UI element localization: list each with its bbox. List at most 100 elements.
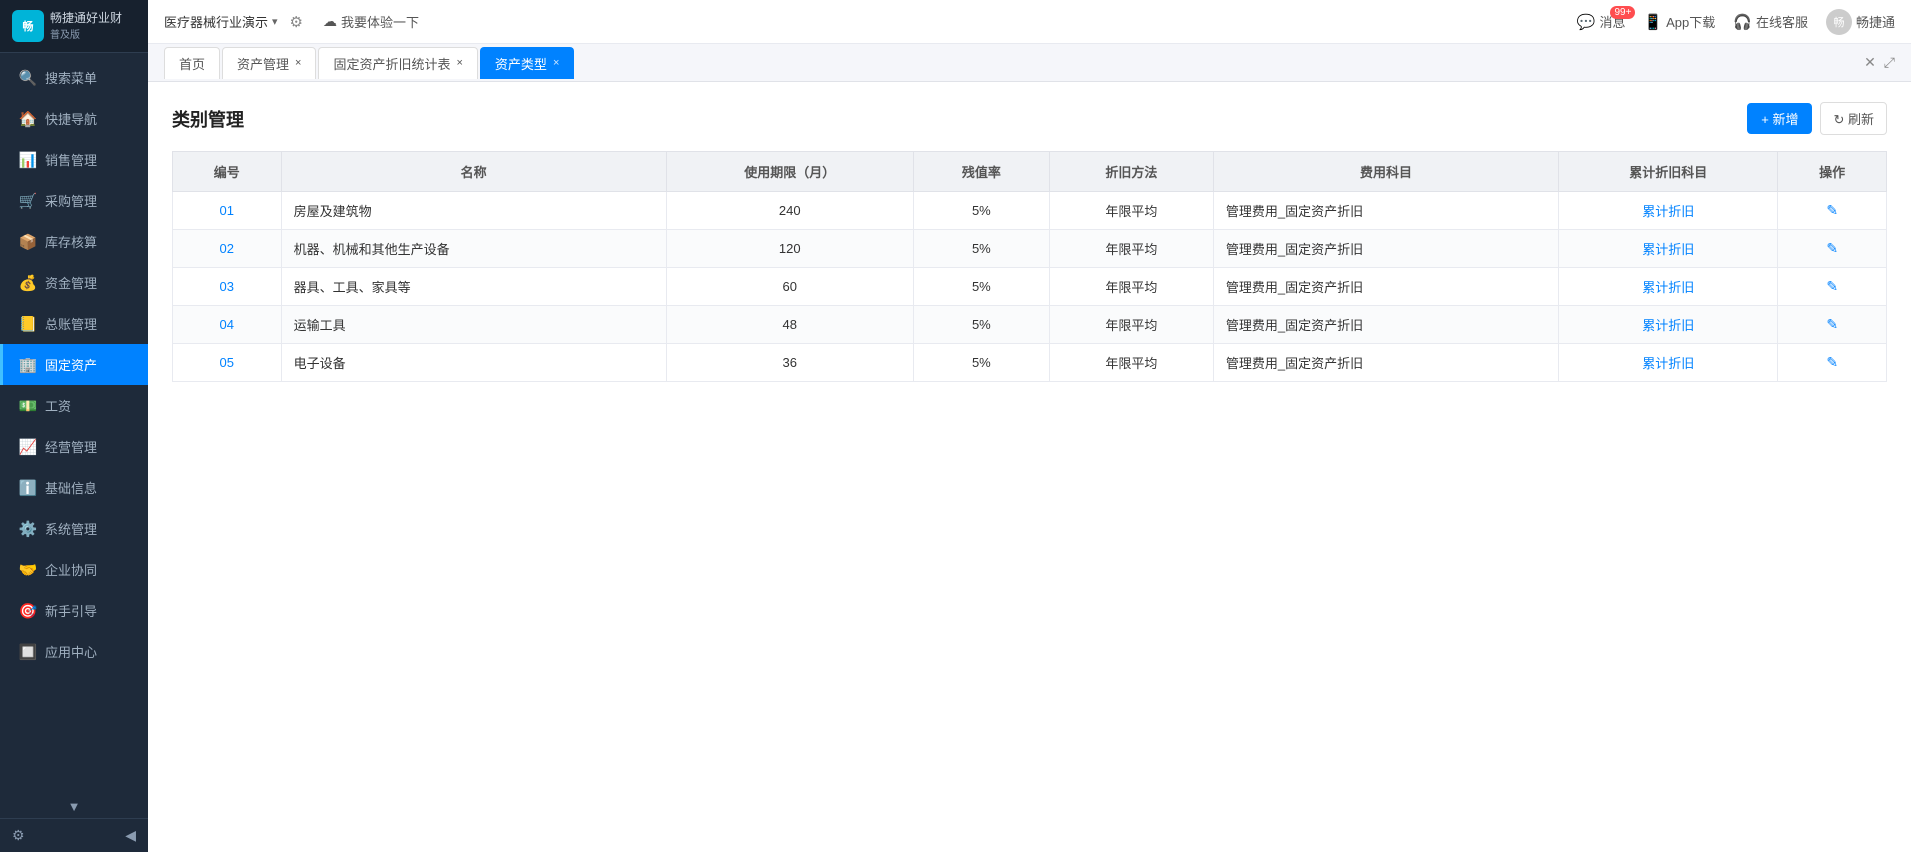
online-service-btn[interactable]: 🎧 在线客服	[1733, 12, 1808, 31]
new-button-label: + 新增	[1761, 109, 1798, 128]
experience-btn[interactable]: ☁ 我要体验一下	[323, 12, 419, 31]
search-icon: 🔍	[19, 69, 37, 87]
tabs-bar: 首页 资产管理 × 固定资产折旧统计表 × 资产类型 × ✕ ⤢	[148, 44, 1911, 82]
operations-icon: 📈	[19, 438, 37, 456]
company-name: 医疗器械行业演示	[164, 12, 268, 31]
cell-expense: 管理费用_固定资产折旧	[1213, 192, 1558, 230]
sidebar-item-salary[interactable]: 💵 工资	[0, 385, 148, 426]
sidebar-item-purchase[interactable]: 🛒 采购管理	[0, 180, 148, 221]
cell-name: 机器、机械和其他生产设备	[281, 230, 666, 268]
collapse-icon[interactable]: ◀	[125, 827, 136, 844]
window-maximize-btn[interactable]: ⤢	[1884, 54, 1895, 71]
sidebar-item-label-fixed-assets: 固定资产	[45, 355, 97, 374]
cell-residual: 5%	[913, 306, 1049, 344]
edit-icon[interactable]: ✎	[1826, 240, 1838, 256]
cell-expense: 管理费用_固定资产折旧	[1213, 344, 1558, 382]
sidebar-item-ledger[interactable]: 📒 总账管理	[0, 303, 148, 344]
sidebar-footer: ⚙ ◀	[0, 818, 148, 852]
sidebar-item-operations[interactable]: 📈 经营管理	[0, 426, 148, 467]
cell-name: 电子设备	[281, 344, 666, 382]
col-residual: 残值率	[913, 152, 1049, 192]
tab-asset-management[interactable]: 资产管理 ×	[222, 47, 316, 79]
sidebar-item-search[interactable]: 🔍 搜索菜单	[0, 57, 148, 98]
sidebar-item-guide[interactable]: 🎯 新手引导	[0, 590, 148, 631]
cell-expense: 管理费用_固定资产折旧	[1213, 306, 1558, 344]
cell-period: 240	[666, 192, 913, 230]
tab-fixed-asset-report-close[interactable]: ×	[456, 57, 462, 69]
col-expense: 费用科目	[1213, 152, 1558, 192]
company-selector[interactable]: 医疗器械行业演示 ▾	[164, 12, 278, 31]
guide-icon: 🎯	[19, 602, 37, 620]
edit-icon[interactable]: ✎	[1826, 278, 1838, 294]
cell-method: 年限平均	[1049, 192, 1213, 230]
edit-icon[interactable]: ✎	[1826, 354, 1838, 370]
cell-period: 48	[666, 306, 913, 344]
edit-icon[interactable]: ✎	[1826, 316, 1838, 332]
topbar-gear-icon[interactable]: ⚙	[290, 13, 303, 31]
inventory-icon: 📦	[19, 233, 37, 251]
edit-icon[interactable]: ✎	[1826, 202, 1838, 218]
window-close-btn[interactable]: ✕	[1864, 54, 1876, 71]
main-area: 医疗器械行业演示 ▾ ⚙ ☁ 我要体验一下 💬 消息 99+ 📱 App下载 🎧…	[148, 0, 1911, 852]
col-period: 使用期限（月）	[666, 152, 913, 192]
content-header: 类别管理 + 新增 ↻ 刷新	[172, 102, 1887, 135]
sidebar-item-label-ledger: 总账管理	[45, 314, 97, 333]
tab-asset-type[interactable]: 资产类型 ×	[480, 47, 574, 79]
sidebar-item-sales[interactable]: 📊 销售管理	[0, 139, 148, 180]
topbar: 医疗器械行业演示 ▾ ⚙ ☁ 我要体验一下 💬 消息 99+ 📱 App下载 🎧…	[148, 0, 1911, 44]
sidebar-item-quick-nav[interactable]: 🏠 快捷导航	[0, 98, 148, 139]
window-control-btns: ✕ ⤢	[1864, 54, 1895, 71]
experience-label: 我要体验一下	[341, 12, 419, 31]
new-button[interactable]: + 新增	[1747, 103, 1812, 134]
cell-action: ✎	[1778, 306, 1887, 344]
fixed-assets-icon: 🏢	[19, 356, 37, 374]
sidebar-item-label-salary: 工资	[45, 396, 71, 415]
refresh-button-label: ↻ 刷新	[1833, 109, 1874, 128]
sidebar-item-fixed-assets[interactable]: 🏢 固定资产	[0, 344, 148, 385]
tab-home[interactable]: 首页	[164, 47, 220, 79]
company-dropdown-icon: ▾	[272, 15, 278, 28]
sidebar-item-basic-info[interactable]: ℹ️ 基础信息	[0, 467, 148, 508]
logo-name: 畅捷通好业财	[50, 11, 122, 27]
cell-period: 60	[666, 268, 913, 306]
user-profile[interactable]: 畅 畅捷通	[1826, 9, 1895, 35]
sidebar-item-app-center[interactable]: 🔲 应用中心	[0, 631, 148, 672]
settings-icon[interactable]: ⚙	[12, 827, 25, 844]
sidebar-scroll-down[interactable]: ▼	[0, 795, 148, 818]
ledger-icon: 📒	[19, 315, 37, 333]
sidebar-item-system[interactable]: ⚙️ 系统管理	[0, 508, 148, 549]
sidebar-logo: 畅 畅捷通好业财 普及版	[0, 0, 148, 53]
avatar-text: 畅	[1833, 14, 1844, 30]
experience-icon: ☁	[323, 13, 337, 30]
cell-action: ✎	[1778, 268, 1887, 306]
sidebar-item-label-enterprise: 企业协同	[45, 560, 97, 579]
asset-type-table: 编号 名称 使用期限（月） 残值率 折旧方法 费用科目 累计折旧科目 操作 01…	[172, 151, 1887, 382]
tab-asset-type-close[interactable]: ×	[553, 57, 559, 69]
sidebar-item-inventory[interactable]: 📦 库存核算	[0, 221, 148, 262]
sidebar-nav: 🔍 搜索菜单 🏠 快捷导航 📊 销售管理 🛒 采购管理 📦 库存核算 💰 资金管…	[0, 53, 148, 795]
tab-asset-management-label: 资产管理	[237, 54, 289, 73]
cell-name: 器具、工具、家具等	[281, 268, 666, 306]
cell-code: 02	[173, 230, 282, 268]
cell-action: ✎	[1778, 230, 1887, 268]
sidebar-item-enterprise[interactable]: 🤝 企业协同	[0, 549, 148, 590]
sidebar-item-label-system: 系统管理	[45, 519, 97, 538]
cell-method: 年限平均	[1049, 230, 1213, 268]
purchase-icon: 🛒	[19, 192, 37, 210]
sidebar-item-label-inventory: 库存核算	[45, 232, 97, 251]
col-accumulated: 累计折旧科目	[1559, 152, 1778, 192]
cell-code: 01	[173, 192, 282, 230]
tab-asset-management-close[interactable]: ×	[295, 57, 301, 69]
cell-action: ✎	[1778, 192, 1887, 230]
refresh-button[interactable]: ↻ 刷新	[1820, 102, 1887, 135]
app-download-btn[interactable]: 📱 App下载	[1643, 12, 1715, 31]
messages-icon: 💬	[1577, 13, 1596, 31]
col-code: 编号	[173, 152, 282, 192]
table-body: 01 房屋及建筑物 240 5% 年限平均 管理费用_固定资产折旧 累计折旧 ✎…	[173, 192, 1887, 382]
cell-residual: 5%	[913, 192, 1049, 230]
tab-home-label: 首页	[179, 54, 205, 73]
messages-btn[interactable]: 💬 消息 99+	[1577, 12, 1626, 31]
tab-fixed-asset-report[interactable]: 固定资产折旧统计表 ×	[318, 47, 477, 79]
sidebar-item-capital[interactable]: 💰 资金管理	[0, 262, 148, 303]
cell-residual: 5%	[913, 230, 1049, 268]
